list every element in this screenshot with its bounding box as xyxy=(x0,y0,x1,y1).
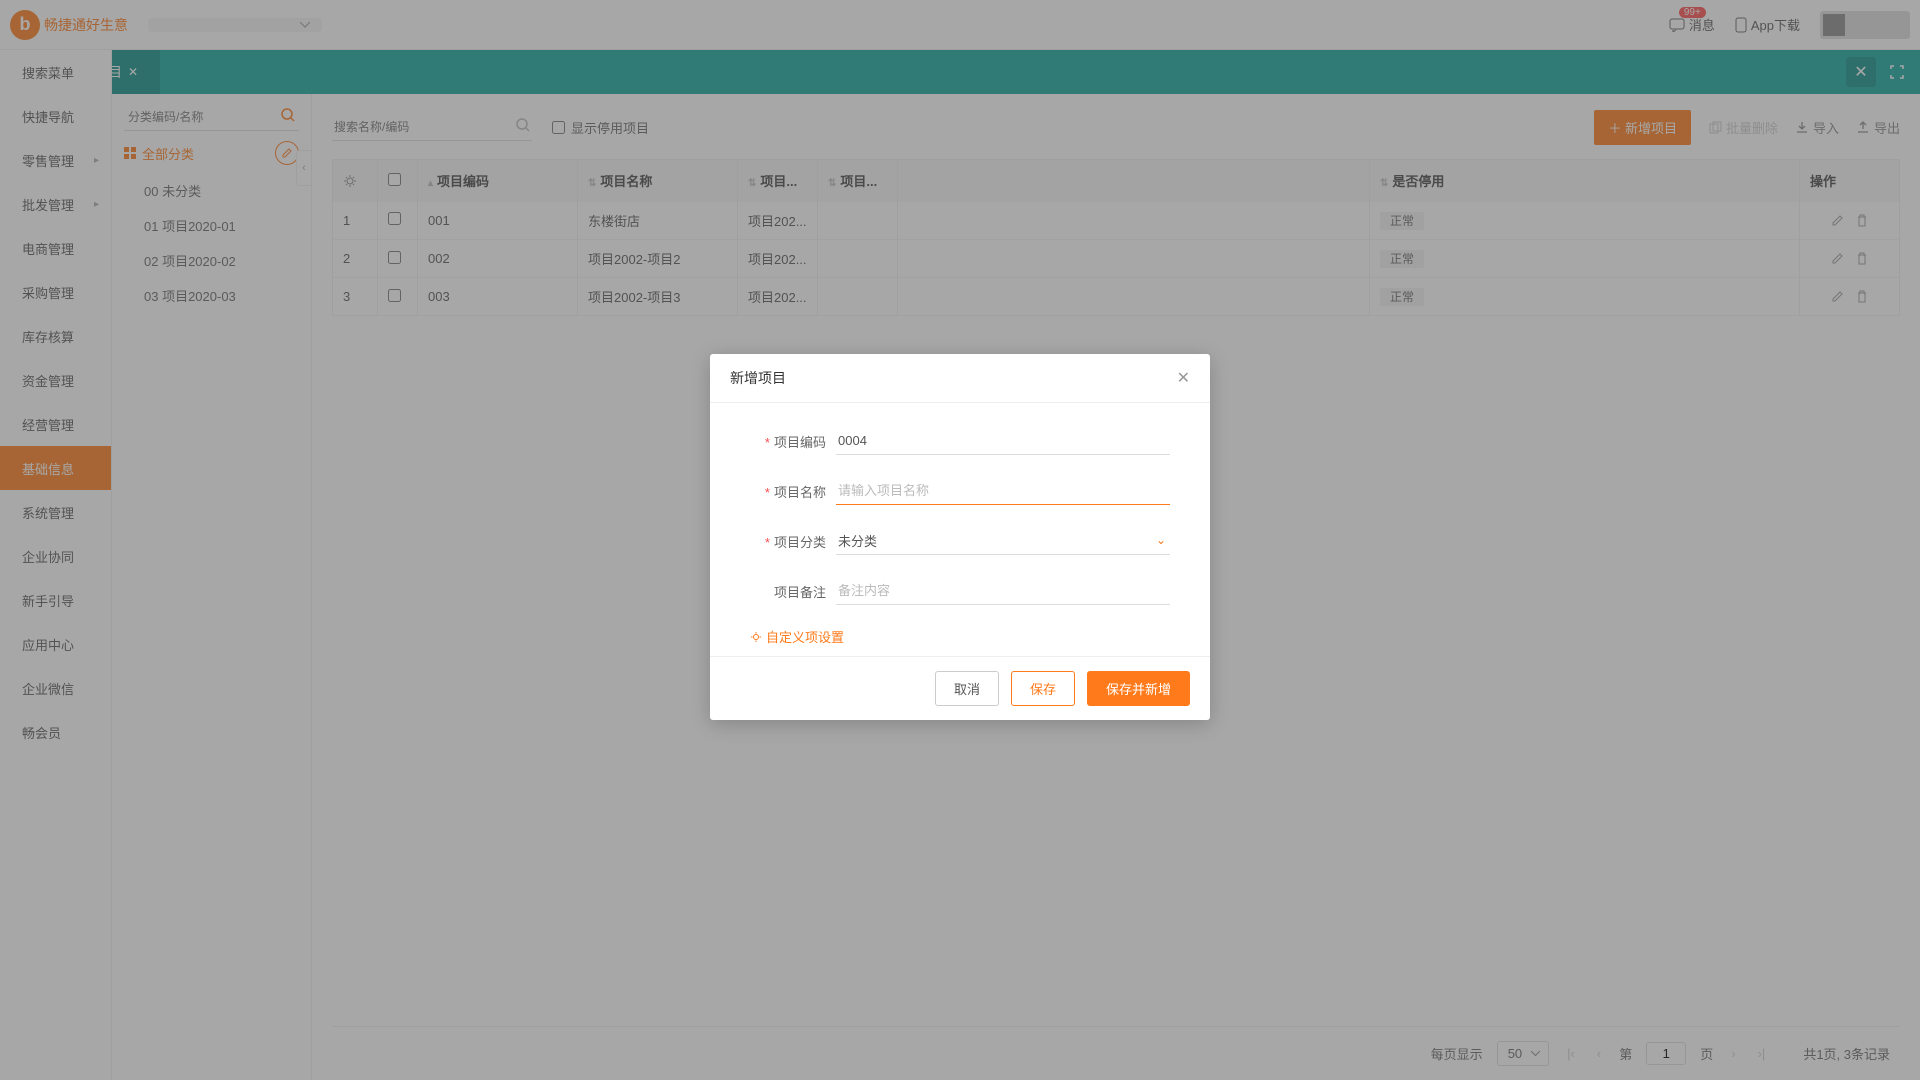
name-label: 项目名称 xyxy=(774,485,826,500)
modal-close-button[interactable]: ✕ xyxy=(1177,368,1190,388)
save-and-new-button[interactable]: 保存并新增 xyxy=(1087,671,1190,706)
code-input[interactable] xyxy=(836,427,1170,455)
add-project-modal: 新增项目 ✕ *项目编码 *项目名称 *项目分类 ⌄ 项目备注 自定义项设置 取… xyxy=(710,354,1210,720)
code-label: 项目编码 xyxy=(774,435,826,450)
custom-fields-link[interactable]: 自定义项设置 xyxy=(750,627,1170,646)
cat-label: 项目分类 xyxy=(774,535,826,550)
remark-input[interactable] xyxy=(836,577,1170,605)
name-input[interactable] xyxy=(836,477,1170,505)
cat-select[interactable] xyxy=(836,527,1170,555)
modal-title: 新增项目 xyxy=(730,368,786,388)
chevron-down-icon[interactable]: ⌄ xyxy=(1156,533,1166,547)
save-button[interactable]: 保存 xyxy=(1011,671,1075,706)
gear-icon xyxy=(750,631,762,643)
cancel-button[interactable]: 取消 xyxy=(935,671,999,706)
remark-label: 项目备注 xyxy=(774,585,826,600)
